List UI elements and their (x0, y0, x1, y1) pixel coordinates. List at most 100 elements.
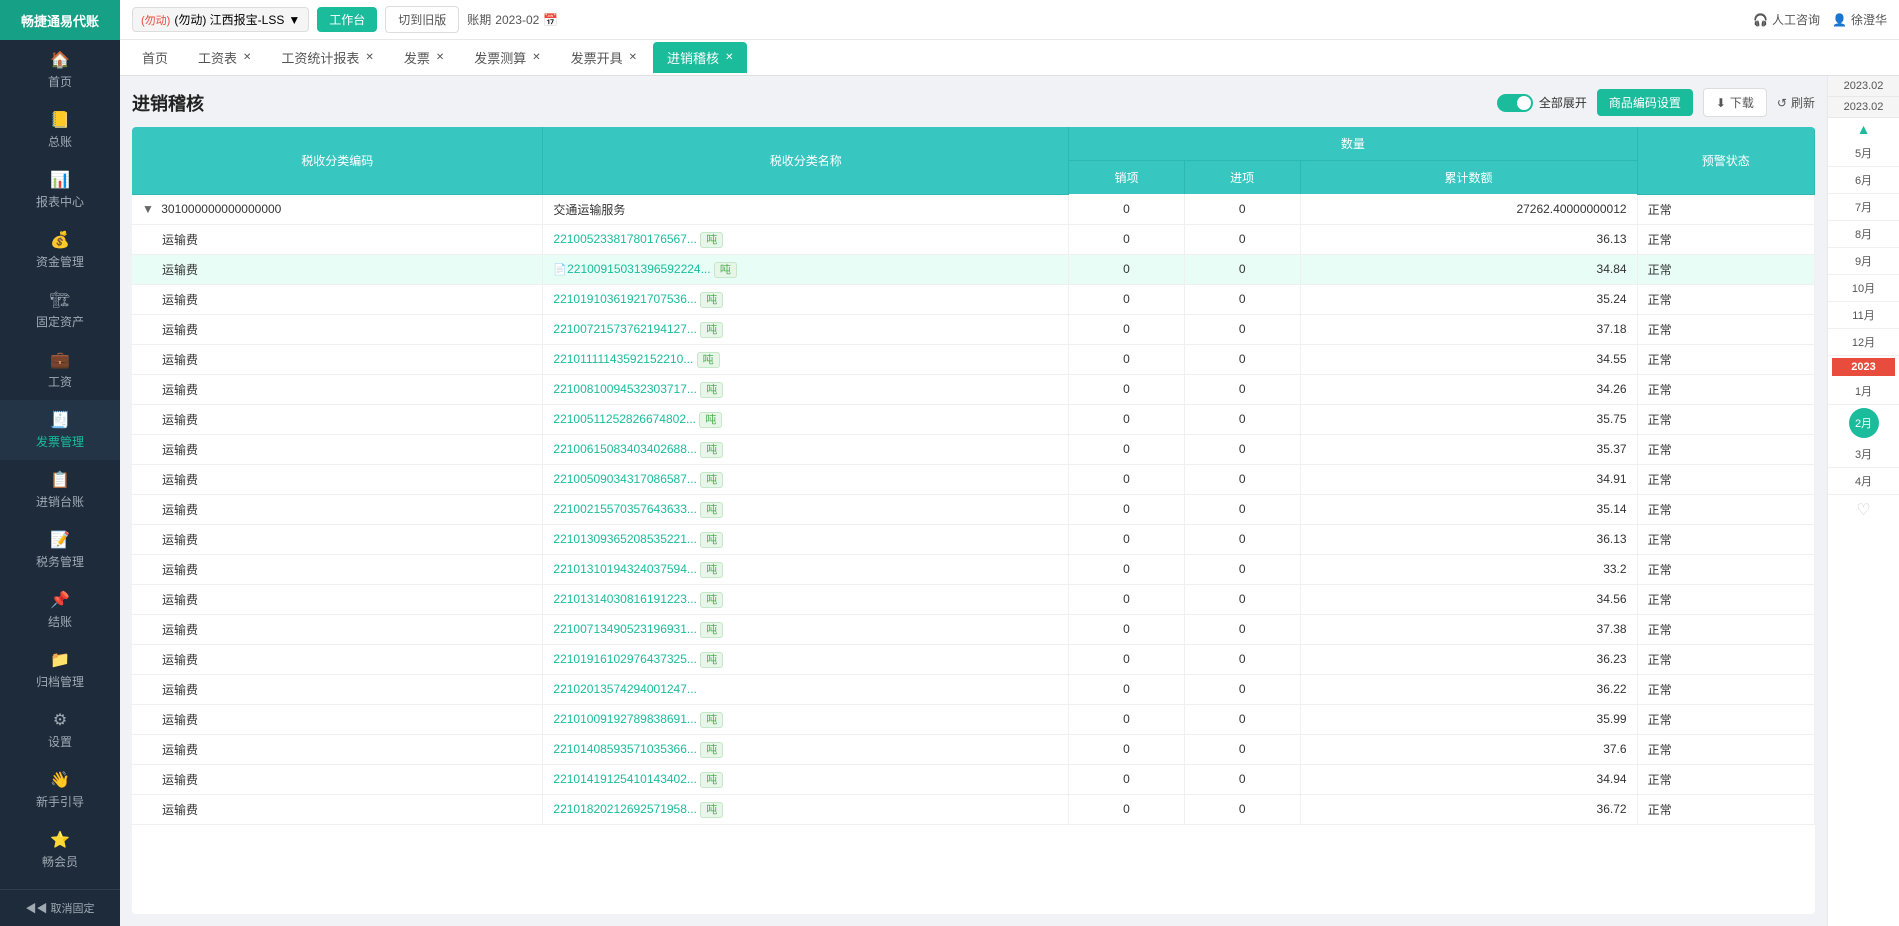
sales-cell: 0 (1069, 284, 1185, 314)
col-header-tax-name: 税收分类名称 (543, 127, 1069, 194)
sidebar-item-purchase-sales[interactable]: 📋 进销台账 (0, 460, 120, 520)
sidebar-item-assets[interactable]: 🏗 固定资产 (0, 280, 120, 340)
tab-close-icon[interactable]: ✕ (365, 52, 373, 63)
purchase-cell: 0 (1184, 434, 1300, 464)
refresh-icon: ↺ (1777, 96, 1787, 110)
doc-icon: 📄 (553, 264, 567, 276)
nav-up-arrow[interactable]: ▲ (1828, 118, 1899, 140)
calendar-icon[interactable]: 📅 (543, 13, 558, 27)
tab-invoice[interactable]: 发票 ✕ (390, 42, 458, 73)
content-area: 进销稽核 全部展开 商品编码设置 ⬇ 下载 ↺ 刷 (120, 76, 1827, 926)
sales-cell: 0 (1069, 764, 1185, 794)
unit-tag: 吨 (700, 622, 723, 638)
sidebar-item-tax[interactable]: 📝 税务管理 (0, 520, 120, 580)
month-12[interactable]: 12月 (1828, 329, 1899, 356)
sidebar-item-invoice[interactable]: 🧾 发票管理 (0, 400, 120, 460)
invoice-no-cell: 221019103619217075​36... 吨 (543, 284, 1069, 314)
month-1[interactable]: 1月 (1828, 378, 1899, 405)
month-10[interactable]: 10月 (1828, 275, 1899, 302)
sales-cell: 0 (1069, 734, 1185, 764)
download-button[interactable]: ⬇ 下载 (1703, 88, 1767, 117)
sidebar-item-finance[interactable]: 💰 资金管理 (0, 220, 120, 280)
tax-name-cell: 运输费 (132, 494, 543, 524)
tab-invoice-calc[interactable]: 发票测算 ✕ (460, 42, 554, 73)
tax-name-cell: 运输费 (132, 764, 543, 794)
sidebar-item-archive[interactable]: 📁 归档管理 (0, 640, 120, 700)
invoice-no-cell: 221007215737621941​27... 吨 (543, 314, 1069, 344)
archive-icon: 📁 (50, 650, 70, 670)
table-row: 运输费 221005233817801765​67... 吨 0 0 36.13… (132, 224, 1815, 254)
sidebar-item-ledger[interactable]: 📒 总账 (0, 100, 120, 160)
month-3[interactable]: 3月 (1828, 441, 1899, 468)
total-cell: 35.75 (1300, 404, 1637, 434)
switch-version-button[interactable]: 切到旧版 (385, 6, 459, 33)
tax-name-cell: 运输费 (132, 584, 543, 614)
table-row: 运输费 221013093652085352​21... 吨 0 0 36.13… (132, 524, 1815, 554)
unit-tag: 吨 (700, 532, 723, 548)
year-2023-badge: 2023 (1832, 358, 1895, 376)
refresh-button[interactable]: ↺ 刷新 (1777, 94, 1815, 111)
unit-tag: 吨 (697, 352, 720, 368)
favorite-icon[interactable]: ♡ (1828, 495, 1899, 525)
expand-icon[interactable]: ▼ (142, 202, 154, 216)
month-2-current[interactable]: 2月 (1849, 408, 1879, 438)
invoice-no-cell: 221006150834034026​88... 吨 (543, 434, 1069, 464)
table-row: 运输费 221006150834034026​88... 吨 0 0 35.37… (132, 434, 1815, 464)
month-5[interactable]: 5月 (1828, 140, 1899, 167)
sidebar-item-guide[interactable]: 👋 新手引导 (0, 760, 120, 820)
tab-close-icon[interactable]: ✕ (243, 52, 251, 63)
sidebar-item-home[interactable]: 🏠 首页 (0, 40, 120, 100)
sidebar-item-salary[interactable]: 💼 工资 (0, 340, 120, 400)
user-menu[interactable]: 👤 徐澄华 (1832, 11, 1887, 28)
support-link[interactable]: 🎧 人工咨询 (1753, 11, 1820, 28)
total-cell: 36.13 (1300, 524, 1637, 554)
tab-payroll[interactable]: 工资表 ✕ (184, 42, 265, 73)
tax-name-cell: 运输费 (132, 734, 543, 764)
tab-invoice-issue[interactable]: 发票开具 ✕ (557, 42, 651, 73)
status-cell: 正常 (1637, 464, 1814, 494)
month-11[interactable]: 11月 (1828, 302, 1899, 329)
company-selector[interactable]: (勿动) (勿动) 江西报宝-LSS ▼ (132, 7, 309, 32)
unit-tag: 吨 (700, 742, 723, 758)
tab-close-icon[interactable]: ✕ (725, 52, 733, 63)
reports-icon: 📊 (50, 170, 70, 190)
status-cell: 正常 (1637, 614, 1814, 644)
status-cell: 正常 (1637, 524, 1814, 554)
sales-cell: 0 (1069, 404, 1185, 434)
workspace-button[interactable]: 工作台 (317, 7, 377, 32)
unpin-button[interactable]: ◀◀ 取消固定 (0, 889, 120, 926)
total-cell: 37.18 (1300, 314, 1637, 344)
status-cell: 正常 (1637, 404, 1814, 434)
tab-close-icon[interactable]: ✕ (532, 52, 540, 63)
month-7[interactable]: 7月 (1828, 194, 1899, 221)
tab-payroll-stats[interactable]: 工资统计报表 ✕ (267, 42, 387, 73)
toggle-track[interactable] (1497, 94, 1533, 112)
tab-close-icon[interactable]: ✕ (629, 52, 637, 63)
tab-home[interactable]: 首页 (128, 42, 182, 73)
invoice-no-cell: 221014085935710353​66... 吨 (543, 734, 1069, 764)
sidebar-item-member[interactable]: ⭐ 畅会员 (0, 820, 120, 880)
expand-toggle[interactable]: 全部展开 (1497, 94, 1587, 112)
period-info: 账期 2023-02 📅 (467, 11, 558, 28)
month-6[interactable]: 6月 (1828, 167, 1899, 194)
tab-purchase-sales-reconcile[interactable]: 进销稽核 ✕ (653, 42, 747, 73)
app-logo: 畅捷通易代账 (0, 0, 120, 40)
sidebar-item-close[interactable]: 📌 结账 (0, 580, 120, 640)
sidebar-item-settings[interactable]: ⚙ 设置 (0, 700, 120, 760)
purchase-cell: 0 (1184, 284, 1300, 314)
purchase-cell: 0 (1184, 704, 1300, 734)
sidebar-item-reports[interactable]: 📊 报表中心 (0, 160, 120, 220)
unit-tag: 吨 (700, 382, 723, 398)
month-8[interactable]: 8月 (1828, 221, 1899, 248)
unit-tag: 吨 (700, 592, 723, 608)
purchase-cell: 0 (1184, 254, 1300, 284)
product-code-button[interactable]: 商品编码设置 (1597, 89, 1693, 116)
tab-close-icon[interactable]: ✕ (436, 52, 444, 63)
page-header: 进销稽核 全部展开 商品编码设置 ⬇ 下载 ↺ 刷 (132, 88, 1815, 117)
purchase-cell: 0 (1184, 314, 1300, 344)
month-9[interactable]: 9月 (1828, 248, 1899, 275)
month-4[interactable]: 4月 (1828, 468, 1899, 495)
sales-cell: 0 (1069, 614, 1185, 644)
tax-code-cell: ▼ 301000000000000000 (132, 194, 543, 224)
home-icon: 🏠 (50, 50, 70, 70)
